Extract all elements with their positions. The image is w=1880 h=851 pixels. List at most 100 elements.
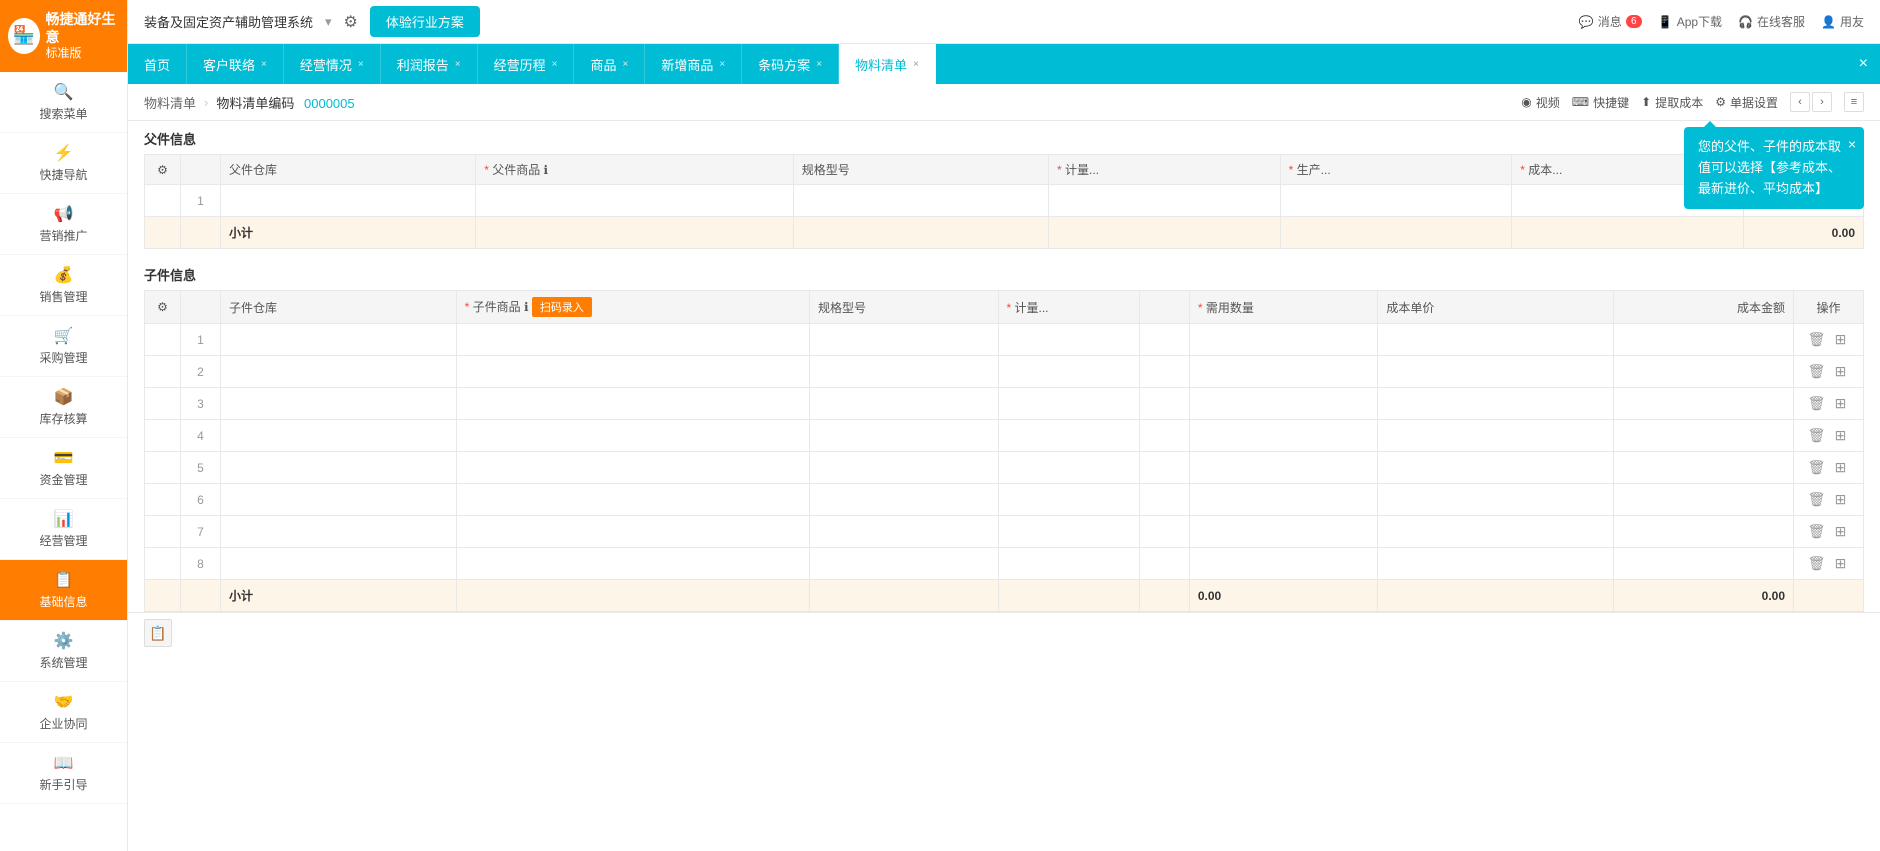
- child-row-qty-needed[interactable]: [1189, 324, 1377, 356]
- parent-row-produce[interactable]: [1280, 185, 1512, 217]
- copy-row-button[interactable]: ⊞: [1831, 330, 1851, 350]
- child-row-unit-cost[interactable]: [1378, 324, 1614, 356]
- sidebar-item-finance[interactable]: 💳 资金管理: [0, 438, 127, 499]
- child-row-warehouse[interactable]: [221, 420, 457, 452]
- child-row-product[interactable]: [456, 388, 809, 420]
- tab-ops-flow[interactable]: 经营历程 ×: [478, 44, 575, 84]
- child-row-qty-needed[interactable]: [1189, 420, 1377, 452]
- delete-row-button[interactable]: 🗑: [1807, 458, 1827, 478]
- sidebar-logo[interactable]: 🏪 畅捷通好生意 标准版: [0, 0, 127, 72]
- sidebar-item-system[interactable]: ⚙️ 系统管理: [0, 621, 127, 682]
- child-row-spec[interactable]: [810, 516, 998, 548]
- view-video-button[interactable]: ◉ 视频: [1521, 94, 1560, 111]
- child-row-qty-needed[interactable]: [1189, 356, 1377, 388]
- child-row-warehouse[interactable]: [221, 388, 457, 420]
- delete-row-button[interactable]: 🗑: [1807, 330, 1827, 350]
- dropdown-arrow-icon[interactable]: ▾: [325, 14, 332, 30]
- sidebar-item-purchase[interactable]: 🛒 采购管理: [0, 316, 127, 377]
- shortcut-button[interactable]: ⌨ 快捷键: [1572, 94, 1629, 111]
- parent-th-settings[interactable]: ⚙: [145, 155, 181, 185]
- tab-close-icon[interactable]: ×: [719, 59, 725, 70]
- child-row-qty[interactable]: [998, 452, 1139, 484]
- copy-row-button[interactable]: ⊞: [1831, 362, 1851, 382]
- tab-product[interactable]: 商品 ×: [574, 44, 645, 84]
- tab-barcode[interactable]: 条码方案 ×: [742, 44, 839, 84]
- child-row-product[interactable]: [456, 484, 809, 516]
- settings-icon[interactable]: ⚙: [344, 12, 358, 32]
- child-row-unit-cost[interactable]: [1378, 484, 1614, 516]
- child-row-qty[interactable]: [998, 516, 1139, 548]
- child-row-qty[interactable]: [998, 548, 1139, 580]
- tab-close-icon[interactable]: ×: [816, 59, 822, 70]
- parent-row-warehouse[interactable]: [221, 185, 476, 217]
- delete-row-button[interactable]: 🗑: [1807, 554, 1827, 574]
- tab-close-icon[interactable]: ×: [552, 59, 558, 70]
- tab-close-icon[interactable]: ×: [622, 59, 628, 70]
- tab-bom[interactable]: 物料清单 ×: [839, 44, 936, 84]
- tab-home[interactable]: 首页: [128, 44, 187, 84]
- child-row-unit-cost[interactable]: [1378, 452, 1614, 484]
- child-row-warehouse[interactable]: [221, 324, 457, 356]
- child-row-product[interactable]: [456, 548, 809, 580]
- view-mode-button[interactable]: ≡: [1844, 92, 1864, 112]
- child-row-unit-cost[interactable]: [1378, 388, 1614, 420]
- tooltip-close-button[interactable]: ×: [1848, 133, 1856, 155]
- sidebar-item-marketing[interactable]: 📢 营销推广: [0, 194, 127, 255]
- tab-close-icon[interactable]: ×: [358, 59, 364, 70]
- app-download-button[interactable]: 📱 App下载: [1658, 13, 1722, 30]
- copy-row-button[interactable]: ⊞: [1831, 458, 1851, 478]
- child-th-settings[interactable]: ⚙: [145, 291, 181, 324]
- scan-button[interactable]: 扫码录入: [532, 297, 592, 317]
- child-row-spec[interactable]: [810, 324, 998, 356]
- child-row-qty[interactable]: [998, 356, 1139, 388]
- sidebar-item-search[interactable]: 🔍 搜索菜单: [0, 72, 127, 133]
- child-row-qty[interactable]: [998, 324, 1139, 356]
- child-row-unit-cost[interactable]: [1378, 548, 1614, 580]
- child-row-qty-needed[interactable]: [1189, 548, 1377, 580]
- parent-row-product[interactable]: [476, 185, 794, 217]
- child-row-qty-needed[interactable]: [1189, 516, 1377, 548]
- tab-close-icon[interactable]: ×: [455, 59, 461, 70]
- copy-row-button[interactable]: ⊞: [1831, 522, 1851, 542]
- child-row-qty-needed[interactable]: [1189, 388, 1377, 420]
- child-row-product[interactable]: [456, 516, 809, 548]
- child-row-product[interactable]: [456, 356, 809, 388]
- online-service-button[interactable]: 🎧 在线客服: [1738, 13, 1805, 30]
- child-row-unit-cost[interactable]: [1378, 516, 1614, 548]
- sidebar-item-guide[interactable]: 📖 新手引导: [0, 743, 127, 804]
- child-row-qty-needed[interactable]: [1189, 452, 1377, 484]
- single-settings-button[interactable]: ⚙ 单据设置: [1715, 94, 1778, 111]
- child-row-qty-needed[interactable]: [1189, 484, 1377, 516]
- tab-customer[interactable]: 客户联络 ×: [187, 44, 284, 84]
- child-row-product[interactable]: [456, 452, 809, 484]
- extract-cost-button[interactable]: ⬆ 提取成本: [1641, 94, 1703, 111]
- child-row-warehouse[interactable]: [221, 452, 457, 484]
- child-row-spec[interactable]: [810, 548, 998, 580]
- child-row-warehouse[interactable]: [221, 516, 457, 548]
- sidebar-item-inventory[interactable]: 📦 库存核算: [0, 377, 127, 438]
- sidebar-item-ops[interactable]: 📊 经营管理: [0, 499, 127, 560]
- child-row-spec[interactable]: [810, 388, 998, 420]
- copy-row-button[interactable]: ⊞: [1831, 394, 1851, 414]
- tab-profit[interactable]: 利润报告 ×: [381, 44, 478, 84]
- child-row-spec[interactable]: [810, 452, 998, 484]
- bottom-icon-button[interactable]: 📋: [144, 619, 172, 647]
- copy-row-button[interactable]: ⊞: [1831, 554, 1851, 574]
- child-row-product[interactable]: [456, 420, 809, 452]
- child-row-spec[interactable]: [810, 420, 998, 452]
- delete-row-button[interactable]: 🗑: [1807, 362, 1827, 382]
- tab-close-icon[interactable]: ×: [261, 59, 267, 70]
- child-row-warehouse[interactable]: [221, 548, 457, 580]
- sidebar-item-quick-nav[interactable]: ⚡ 快捷导航: [0, 133, 127, 194]
- sidebar-item-sales[interactable]: 💰 销售管理: [0, 255, 127, 316]
- child-row-unit-cost[interactable]: [1378, 420, 1614, 452]
- child-row-spec[interactable]: [810, 484, 998, 516]
- delete-row-button[interactable]: 🗑: [1807, 426, 1827, 446]
- delete-row-button[interactable]: 🗑: [1807, 490, 1827, 510]
- copy-row-button[interactable]: ⊞: [1831, 426, 1851, 446]
- child-row-unit-cost[interactable]: [1378, 356, 1614, 388]
- sidebar-item-basic[interactable]: 📋 基础信息: [0, 560, 127, 621]
- close-all-tabs-button[interactable]: ×: [1847, 55, 1880, 73]
- trial-button[interactable]: 体验行业方案: [370, 6, 480, 37]
- child-row-warehouse[interactable]: [221, 484, 457, 516]
